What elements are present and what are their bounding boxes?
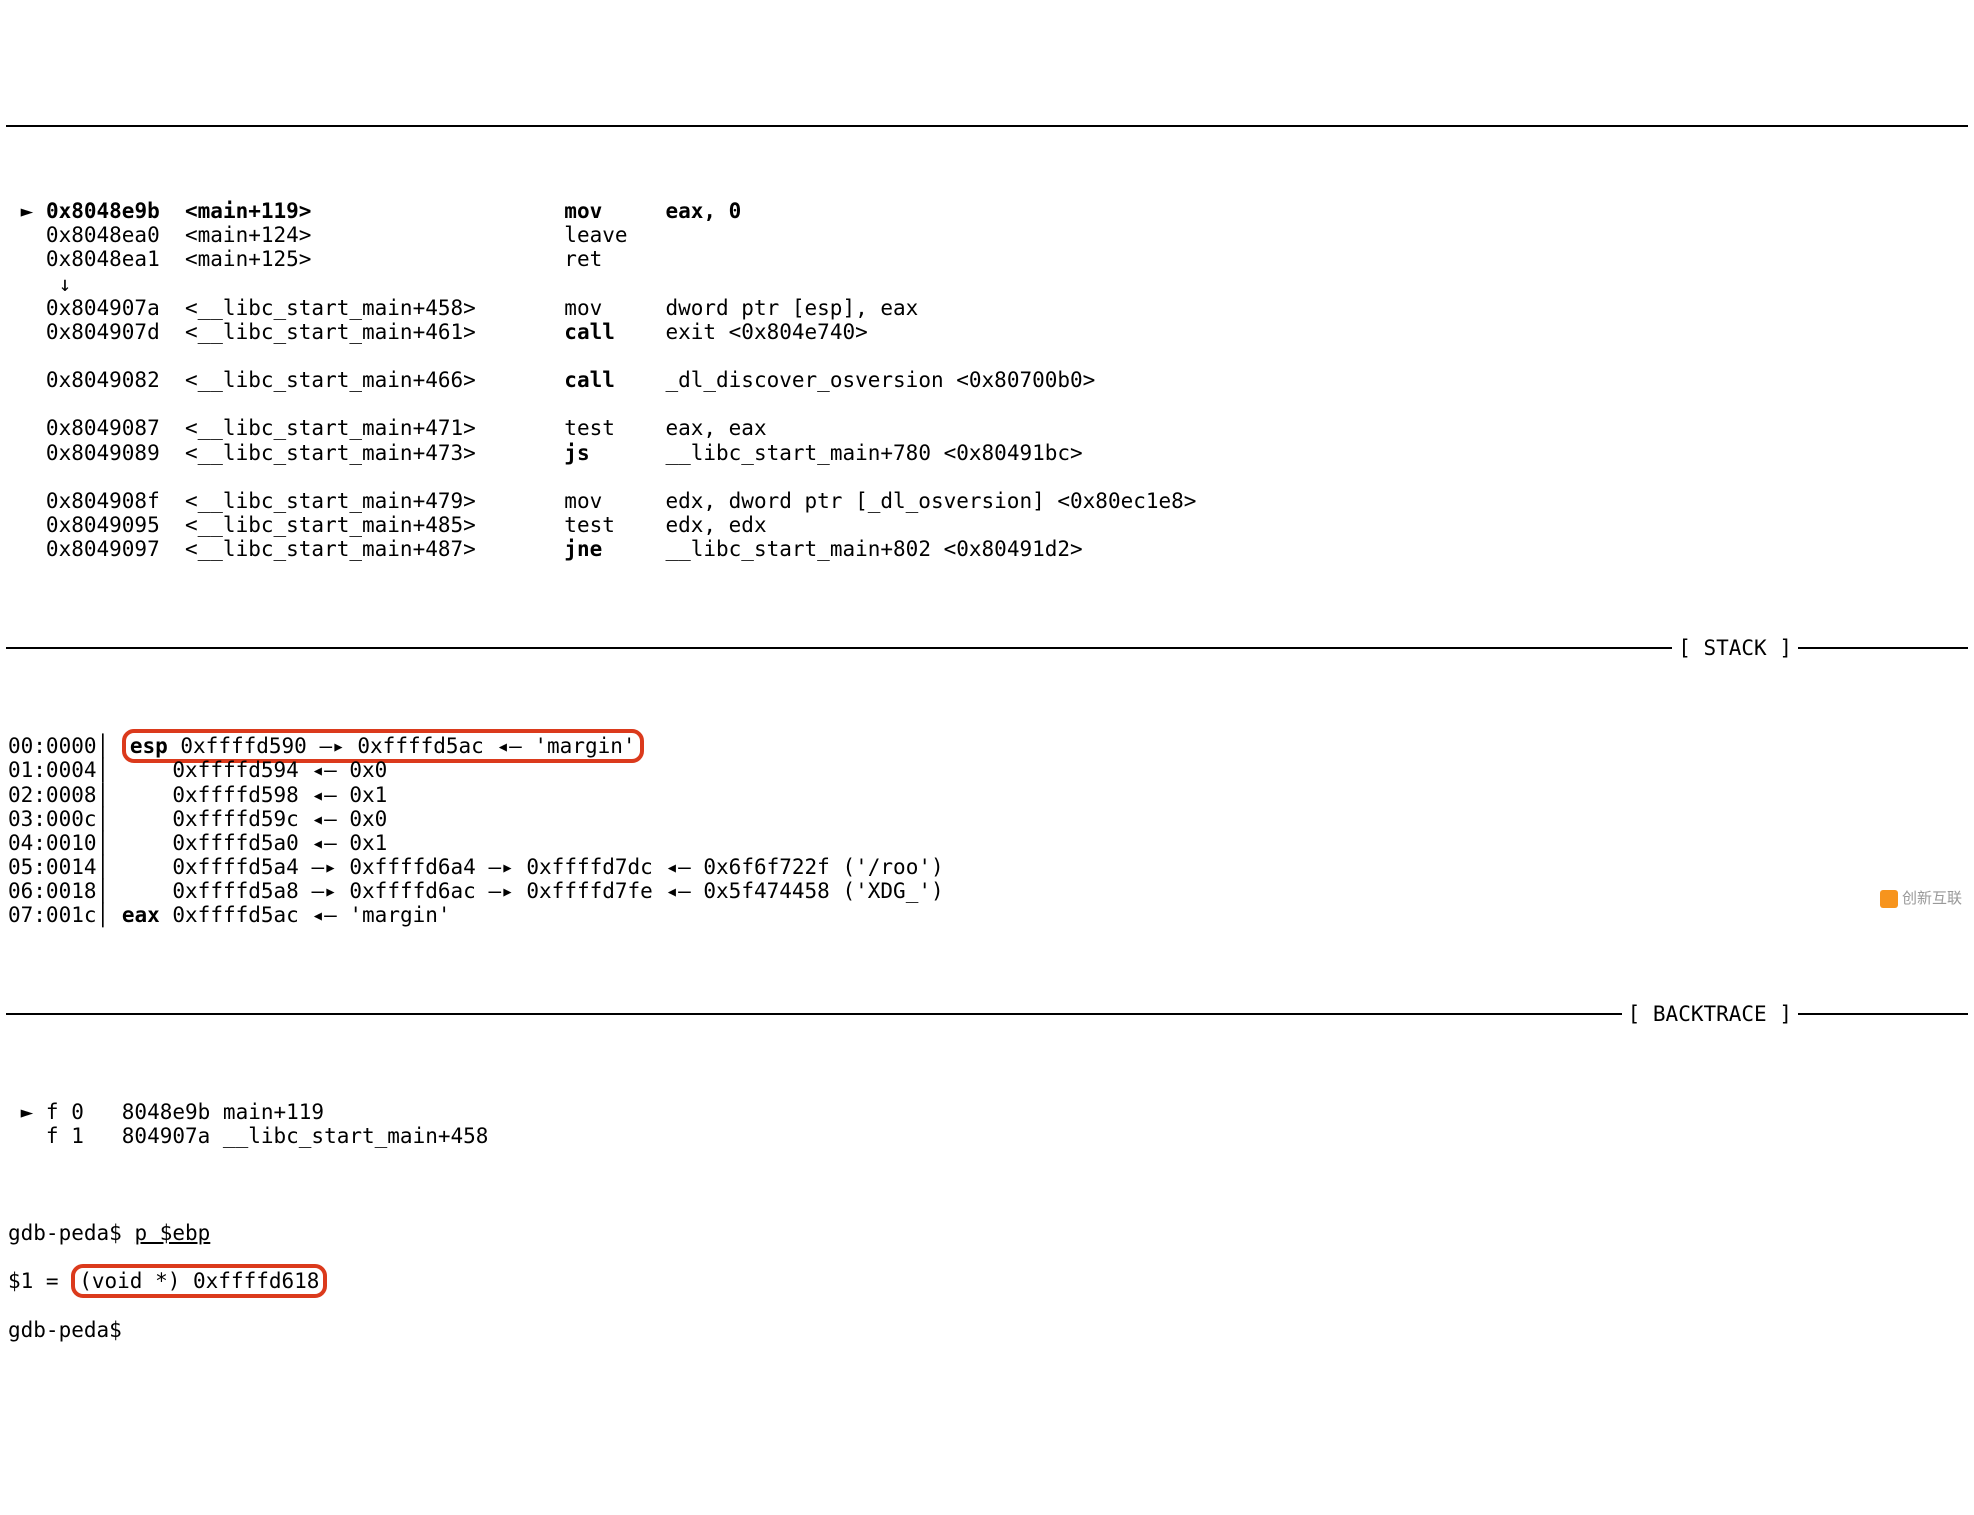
top-rule xyxy=(6,125,1968,127)
stack-body: 0xffffd5ac ◂— 'margin' xyxy=(172,903,450,927)
disasm-line: 0x804907a <__libc_start_main+458> mov dw… xyxy=(0,296,1974,320)
disasm-line: 0x804907d <__libc_start_main+461> call e… xyxy=(0,320,1974,344)
stack-register: eax xyxy=(122,903,173,927)
stack-offset: 07:001c xyxy=(8,903,97,927)
gdb-prompt-line-2[interactable]: gdb-peda$ xyxy=(0,1318,1974,1342)
stack-register xyxy=(122,758,173,782)
rule-right xyxy=(1798,1013,1968,1015)
stack-bar: │ xyxy=(97,758,122,782)
disasm-line: 0x8049089 <__libc_start_main+473> js __l… xyxy=(0,441,1974,465)
stack-body: 0xffffd59c ◂— 0x0 xyxy=(172,807,387,831)
stack-body: 0xffffd5a4 —▸ 0xffffd6a4 —▸ 0xffffd7dc ◂… xyxy=(172,855,943,879)
disasm-line xyxy=(0,465,1974,489)
disasm-line xyxy=(0,392,1974,416)
stack-body: 0xffffd598 ◂— 0x1 xyxy=(172,783,387,807)
disassembly-panel: ► 0x8048e9b <main+119> mov eax, 0 0x8048… xyxy=(0,199,1974,561)
stack-register xyxy=(122,879,173,903)
disasm-line: ► 0x8048e9b <main+119> mov eax, 0 xyxy=(0,199,1974,223)
stack-line: 06:0018│ 0xffffd5a8 —▸ 0xffffd6ac —▸ 0xf… xyxy=(0,879,1974,903)
stack-body: 0xffffd5a8 —▸ 0xffffd6ac —▸ 0xffffd7fe ◂… xyxy=(172,879,943,903)
stack-offset: 05:0014 xyxy=(8,855,97,879)
disasm-line: 0x8048ea0 <main+124> leave xyxy=(0,223,1974,247)
stack-body: 0xffffd594 ◂— 0x0 xyxy=(172,758,387,782)
rule-right xyxy=(1798,647,1968,649)
stack-register xyxy=(122,855,173,879)
stack-bar: │ xyxy=(97,807,122,831)
gdb-command: p $ebp xyxy=(134,1221,210,1245)
disasm-line: ↓ xyxy=(0,272,1974,296)
stack-body: 0xffffd590 —▸ 0xffffd5ac ◂— 'margin' xyxy=(180,734,635,758)
stack-line: 03:000c│ 0xffffd59c ◂— 0x0 xyxy=(0,807,1974,831)
stack-separator: [ STACK ] xyxy=(6,636,1968,660)
stack-offset: 06:0018 xyxy=(8,879,97,903)
disasm-line: 0x8049082 <__libc_start_main+466> call _… xyxy=(0,368,1974,392)
stack-line: 07:001c│ eax 0xffffd5ac ◂— 'margin' xyxy=(0,903,1974,927)
stack-body: 0xffffd5a0 ◂— 0x1 xyxy=(172,831,387,855)
disasm-line: 0x8049095 <__libc_start_main+485> test e… xyxy=(0,513,1974,537)
stack-register: esp xyxy=(130,734,181,758)
backtrace-label: [ BACKTRACE ] xyxy=(1622,1002,1798,1026)
stack-bar: │ xyxy=(97,734,122,758)
result-value-highlight: (void *) 0xffffd618 xyxy=(71,1264,327,1298)
stack-bar: │ xyxy=(97,903,122,927)
stack-register xyxy=(122,807,173,831)
stack-offset: 02:0008 xyxy=(8,783,97,807)
result-prefix: $1 = xyxy=(8,1269,71,1293)
stack-offset: 01:0004 xyxy=(8,758,97,782)
stack-offset: 04:0010 xyxy=(8,831,97,855)
stack-offset: 03:000c xyxy=(8,807,97,831)
gdb-prompt-line-1[interactable]: gdb-peda$ p $ebp xyxy=(0,1221,1974,1245)
stack-offset: 00:0000 xyxy=(8,734,97,758)
disasm-line: 0x8048ea1 <main+125> ret xyxy=(0,247,1974,271)
stack-line: 05:0014│ 0xffffd5a4 —▸ 0xffffd6a4 —▸ 0xf… xyxy=(0,855,1974,879)
disasm-line xyxy=(0,344,1974,368)
backtrace-line: f 1 804907a __libc_start_main+458 xyxy=(0,1124,1974,1148)
stack-register xyxy=(122,831,173,855)
stack-line: 04:0010│ 0xffffd5a0 ◂— 0x1 xyxy=(0,831,1974,855)
stack-label: [ STACK ] xyxy=(1672,636,1798,660)
watermark: 创新互联 xyxy=(1880,890,1962,908)
backtrace-line: ► f 0 8048e9b main+119 xyxy=(0,1100,1974,1124)
watermark-logo-icon xyxy=(1880,890,1898,908)
result-value: (void *) 0xffffd618 xyxy=(79,1269,319,1293)
disasm-line: 0x8049097 <__libc_start_main+487> jne __… xyxy=(0,537,1974,561)
rule-left xyxy=(6,647,1672,649)
backtrace-separator: [ BACKTRACE ] xyxy=(6,1002,1968,1026)
stack-line: 01:0004│ 0xffffd594 ◂— 0x0 xyxy=(0,758,1974,782)
gdb-prompt: gdb-peda$ xyxy=(8,1221,134,1245)
stack-line: 02:0008│ 0xffffd598 ◂— 0x1 xyxy=(0,783,1974,807)
stack-bar: │ xyxy=(97,855,122,879)
watermark-text: 创新互联 xyxy=(1902,890,1962,907)
stack-bar: │ xyxy=(97,879,122,903)
disasm-line: 0x804908f <__libc_start_main+479> mov ed… xyxy=(0,489,1974,513)
stack-bar: │ xyxy=(97,831,122,855)
stack-bar: │ xyxy=(97,783,122,807)
gdb-prompt: gdb-peda$ xyxy=(8,1318,134,1342)
backtrace-panel: ► f 0 8048e9b main+119 f 1 804907a __lib… xyxy=(0,1100,1974,1148)
stack-panel: 00:0000│ esp 0xffffd590 —▸ 0xffffd5ac ◂—… xyxy=(0,734,1974,927)
gdb-result-line: $1 = (void *) 0xffffd618 xyxy=(0,1269,1974,1293)
stack-line: 00:0000│ esp 0xffffd590 —▸ 0xffffd5ac ◂—… xyxy=(0,734,1974,758)
disasm-line: 0x8049087 <__libc_start_main+471> test e… xyxy=(0,416,1974,440)
stack-register xyxy=(122,783,173,807)
rule-left xyxy=(6,1013,1622,1015)
